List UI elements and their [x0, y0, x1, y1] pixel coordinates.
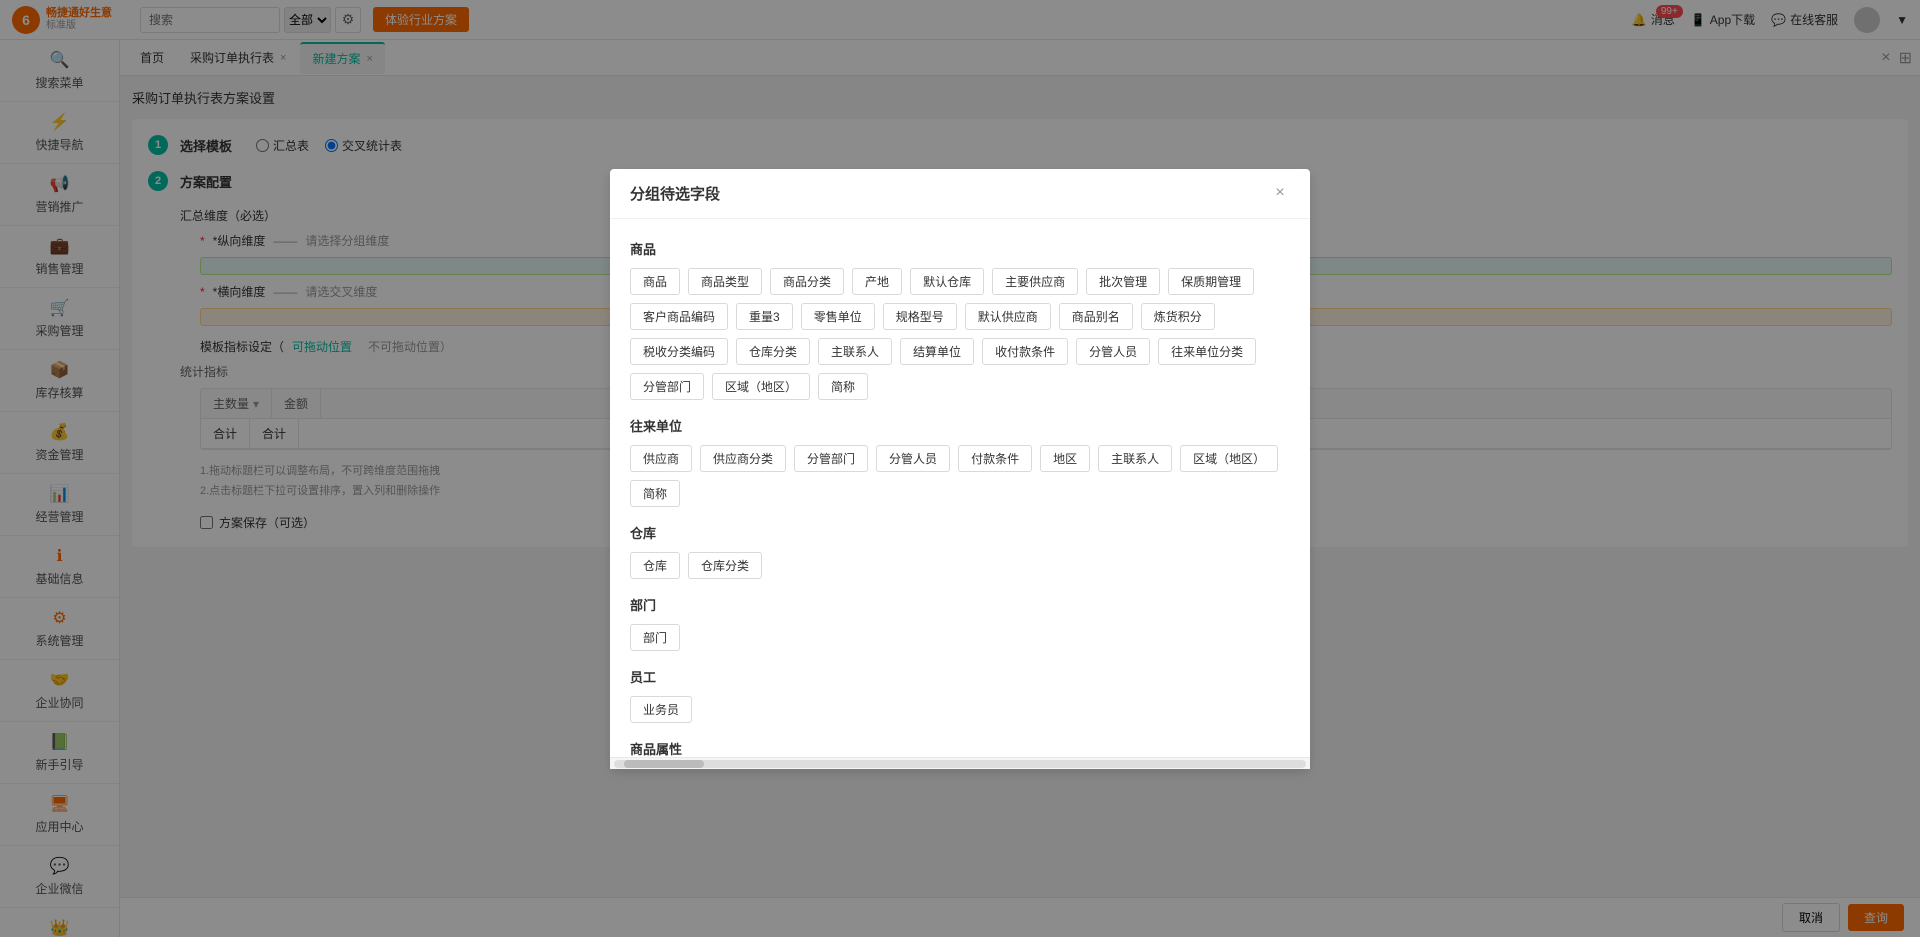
field-tag-0-17[interactable]: 主联系人 — [818, 338, 892, 365]
field-tag-0-3[interactable]: 产地 — [852, 268, 902, 295]
field-tag-1-4[interactable]: 付款条件 — [958, 445, 1032, 472]
field-tag-0-1[interactable]: 商品类型 — [688, 268, 762, 295]
field-tag-0-8[interactable]: 客户商品编码 — [630, 303, 728, 330]
field-tag-3-0[interactable]: 部门 — [630, 624, 680, 651]
field-tag-1-0[interactable]: 供应商 — [630, 445, 692, 472]
modal-title: 分组待选字段 — [630, 183, 720, 204]
field-tag-0-22[interactable]: 分管部门 — [630, 373, 704, 400]
field-tag-2-0[interactable]: 仓库 — [630, 552, 680, 579]
field-tag-0-20[interactable]: 分管人员 — [1076, 338, 1150, 365]
modal-section-title-1: 往来单位 — [630, 416, 1290, 435]
modal-section-title-3: 部门 — [630, 595, 1290, 614]
field-tag-0-0[interactable]: 商品 — [630, 268, 680, 295]
field-tag-1-7[interactable]: 区域（地区） — [1180, 445, 1278, 472]
modal-field-grid-0: 商品商品类型商品分类产地默认仓库主要供应商批次管理保质期管理客户商品编码重量3 零… — [630, 268, 1290, 400]
field-tag-1-8[interactable]: 简称 — [630, 480, 680, 507]
field-tag-0-21[interactable]: 往来单位分类 — [1158, 338, 1256, 365]
field-tag-0-9[interactable]: 重量3 — [736, 303, 793, 330]
field-tag-1-3[interactable]: 分管人员 — [876, 445, 950, 472]
modal-header: 分组待选字段 × — [610, 169, 1310, 219]
field-tag-2-1[interactable]: 仓库分类 — [688, 552, 762, 579]
modal-section-title-2: 仓库 — [630, 523, 1290, 542]
field-tag-1-6[interactable]: 主联系人 — [1098, 445, 1172, 472]
field-tag-0-4[interactable]: 默认仓库 — [910, 268, 984, 295]
field-tag-0-10[interactable]: 零售单位 — [801, 303, 875, 330]
field-tag-0-7[interactable]: 保质期管理 — [1168, 268, 1254, 295]
modal-overlay: 分组待选字段 × 商品商品商品类型商品分类产地默认仓库主要供应商批次管理保质期管… — [0, 0, 1920, 937]
modal-section-title-5: 商品属性 — [630, 739, 1290, 757]
field-tag-0-12[interactable]: 默认供应商 — [965, 303, 1051, 330]
field-tag-4-0[interactable]: 业务员 — [630, 696, 692, 723]
modal-body: 商品商品商品类型商品分类产地默认仓库主要供应商批次管理保质期管理客户商品编码重量… — [610, 219, 1310, 757]
field-tag-0-16[interactable]: 仓库分类 — [736, 338, 810, 365]
field-tag-0-15[interactable]: 税收分类编码 — [630, 338, 728, 365]
field-tag-1-5[interactable]: 地区 — [1040, 445, 1090, 472]
field-tag-0-18[interactable]: 结算单位 — [900, 338, 974, 365]
field-tag-0-23[interactable]: 区域（地区） — [712, 373, 810, 400]
field-tag-0-19[interactable]: 收付款条件 — [982, 338, 1068, 365]
field-tag-0-6[interactable]: 批次管理 — [1086, 268, 1160, 295]
modal-close-button[interactable]: × — [1270, 183, 1290, 203]
field-tag-1-1[interactable]: 供应商分类 — [700, 445, 786, 472]
modal-section-title-0: 商品 — [630, 239, 1290, 258]
field-tag-0-13[interactable]: 商品别名 — [1059, 303, 1133, 330]
modal-field-grid-4: 业务员 — [630, 696, 1290, 723]
modal-scrollbar-track — [614, 760, 1306, 768]
modal-section-title-4: 员工 — [630, 667, 1290, 686]
modal-field-grid-3: 部门 — [630, 624, 1290, 651]
modal-scrollbar-area — [610, 757, 1310, 769]
modal-field-grid-1: 供应商供应商分类分管部门分管人员付款条件地区主联系人区域（地区） 简称 — [630, 445, 1290, 507]
field-tag-1-2[interactable]: 分管部门 — [794, 445, 868, 472]
modal-dialog: 分组待选字段 × 商品商品商品类型商品分类产地默认仓库主要供应商批次管理保质期管… — [610, 169, 1310, 769]
field-tag-0-14[interactable]: 炼货积分 — [1141, 303, 1215, 330]
field-tag-0-5[interactable]: 主要供应商 — [992, 268, 1078, 295]
field-tag-0-11[interactable]: 规格型号 — [883, 303, 957, 330]
modal-field-grid-2: 仓库仓库分类 — [630, 552, 1290, 579]
field-tag-0-24[interactable]: 简称 — [818, 373, 868, 400]
field-tag-0-2[interactable]: 商品分类 — [770, 268, 844, 295]
modal-scrollbar-thumb[interactable] — [624, 760, 704, 768]
